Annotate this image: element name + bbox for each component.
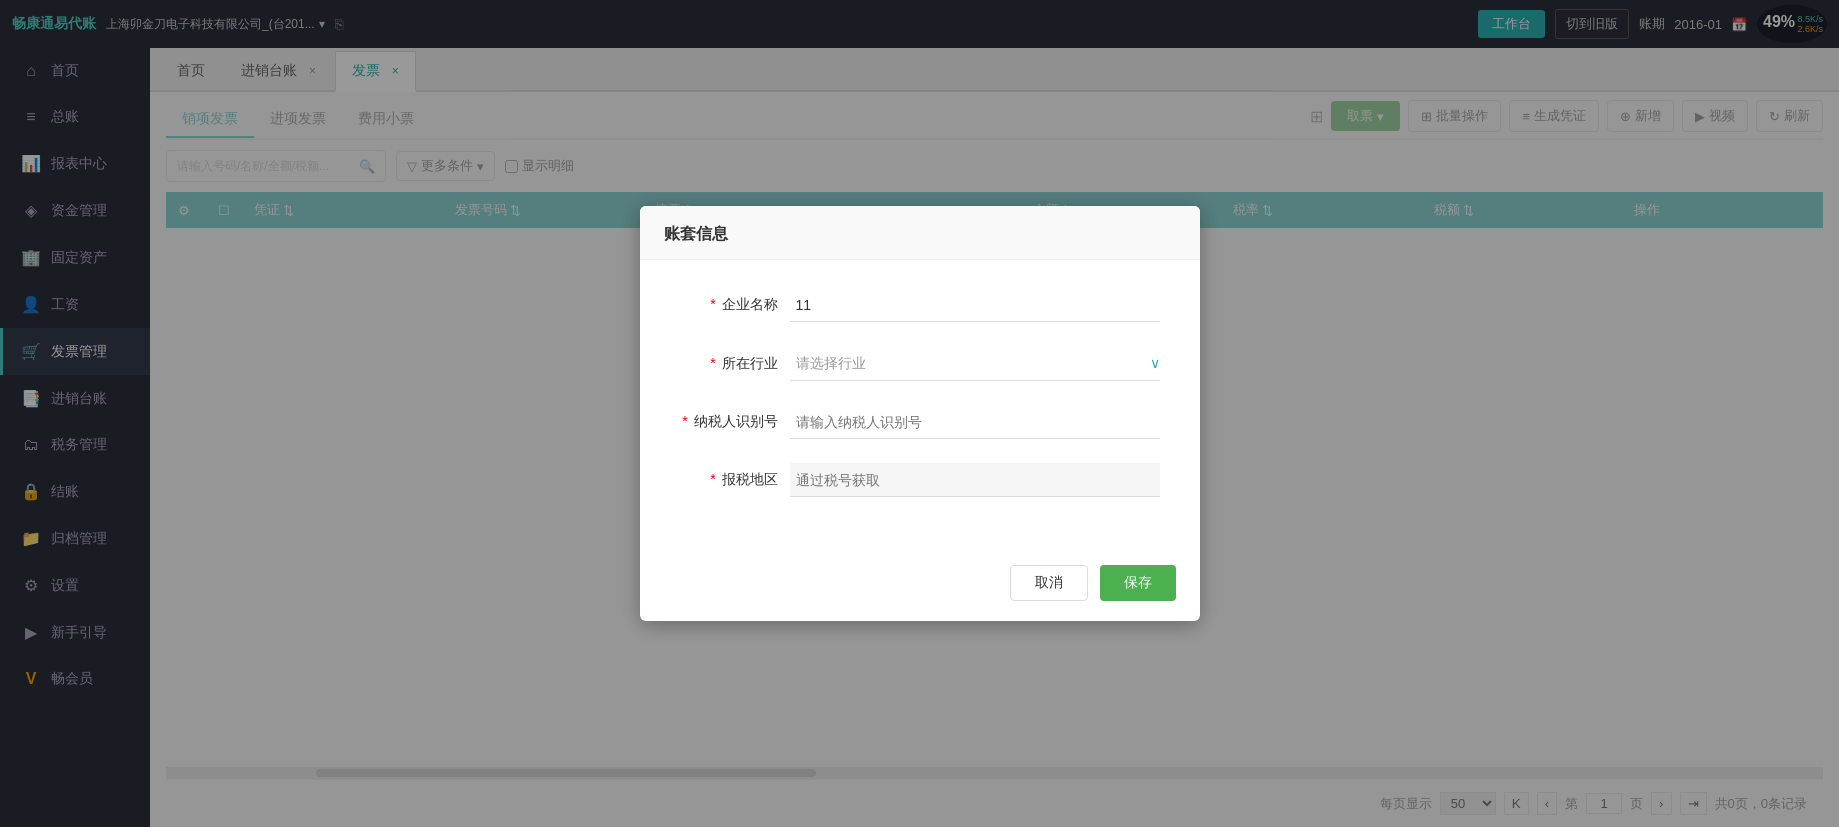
form-row-company-name: * 企业名称 [680,288,1160,322]
required-asterisk: * [710,355,715,371]
company-name-label: * 企业名称 [680,296,790,314]
company-name-input[interactable] [790,288,1160,322]
industry-label: * 所在行业 [680,355,790,373]
modal-account-info: 账套信息 * 企业名称 * 所在行业 请选择行业 [640,206,1200,621]
modal-overlay: 账套信息 * 企业名称 * 所在行业 请选择行业 [0,0,1839,827]
cancel-button[interactable]: 取消 [1010,565,1088,601]
tax-region-label: * 报税地区 [680,471,790,489]
modal-footer: 取消 保存 [640,549,1200,621]
tax-id-input[interactable] [790,405,1160,439]
required-asterisk: * [710,471,715,487]
required-asterisk: * [710,296,715,312]
industry-dropdown-icon: ∨ [1150,355,1160,371]
modal-title: 账套信息 [664,225,728,242]
modal-body: * 企业名称 * 所在行业 请选择行业 ∨ [640,260,1200,549]
form-row-tax-region: * 报税地区 [680,463,1160,497]
form-row-tax-id: * 纳税人识别号 [680,405,1160,439]
tax-region-input [790,463,1160,497]
tax-id-label: * 纳税人识别号 [680,413,790,431]
industry-select-wrapper: 请选择行业 ∨ [790,346,1160,381]
modal-header: 账套信息 [640,206,1200,260]
save-button[interactable]: 保存 [1100,565,1176,601]
form-row-industry: * 所在行业 请选择行业 ∨ [680,346,1160,381]
industry-select[interactable]: 请选择行业 [790,346,1150,380]
required-asterisk: * [682,413,687,429]
